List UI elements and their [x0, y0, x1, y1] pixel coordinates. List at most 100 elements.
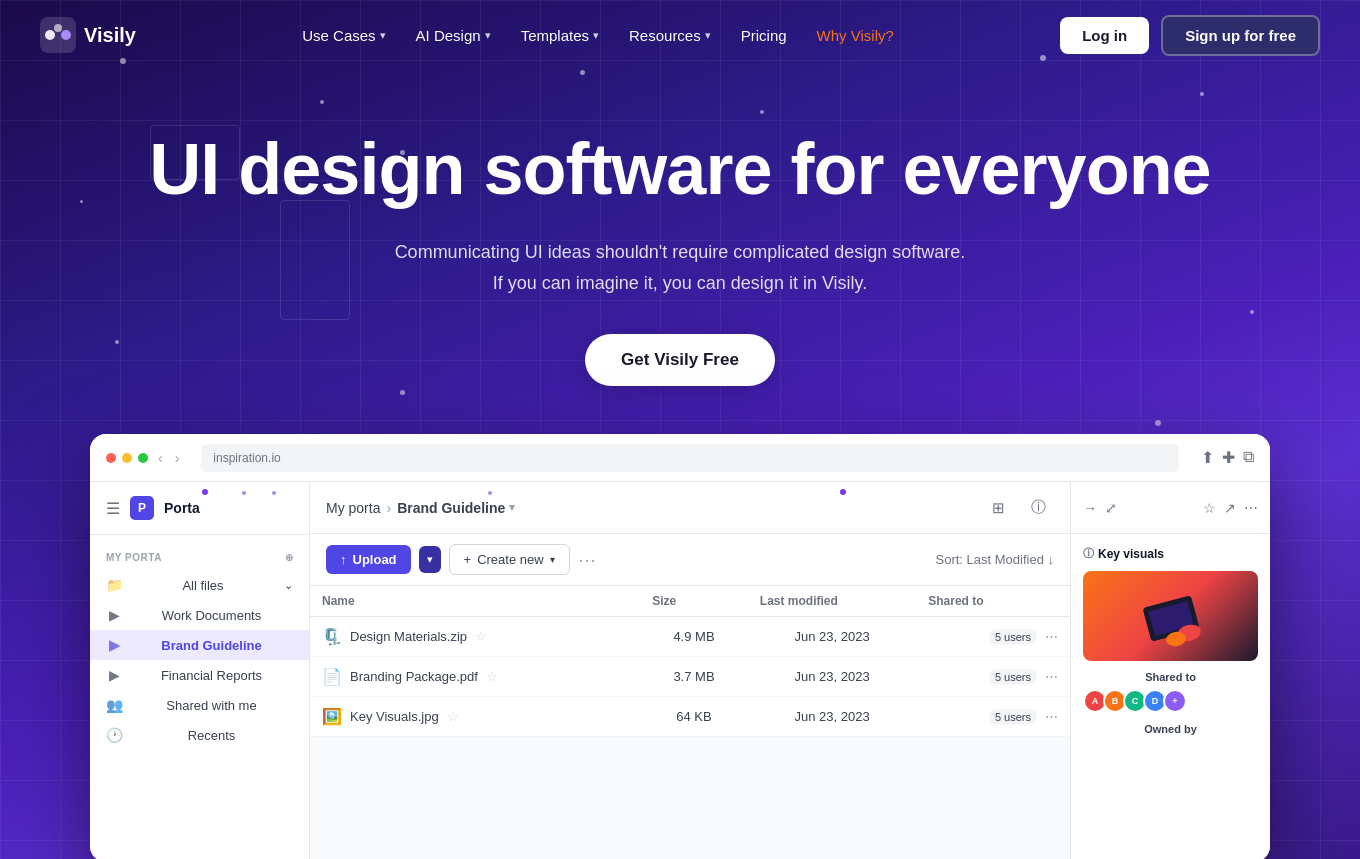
navigation: Visily Use Cases ▾ AI Design ▾ Templates…: [0, 0, 1360, 70]
create-new-button[interactable]: + Create new ▾: [449, 544, 570, 575]
sidebar-header: ☰ P Porta: [90, 482, 309, 535]
chevron-down-icon: ▾: [593, 29, 599, 42]
table-row: 📄 Branding Package.pdf ☆ 3.7 MB Jun 23, …: [310, 657, 1070, 697]
login-button[interactable]: Log in: [1060, 17, 1149, 54]
file-modified-cell: Jun 23, 2023: [748, 697, 916, 737]
chevron-down-icon: ▾: [705, 29, 711, 42]
nav-item-ai-design[interactable]: AI Design ▾: [404, 21, 503, 50]
sidebar-brand: Porta: [164, 500, 200, 516]
avatar-row: A B C D +: [1083, 689, 1258, 713]
share-icon: ⬆: [1201, 448, 1214, 467]
grid-view-icon[interactable]: ⊞: [982, 492, 1014, 524]
nav-item-why-visily[interactable]: Why Visily?: [805, 21, 906, 50]
chrome-close-dot: [106, 453, 116, 463]
sidebar-item-recents[interactable]: 🕐 Recents: [90, 720, 309, 750]
star-icon[interactable]: ☆: [486, 669, 498, 684]
chrome-dots: [106, 453, 148, 463]
nav-item-use-cases[interactable]: Use Cases ▾: [290, 21, 397, 50]
nav-item-resources[interactable]: Resources ▾: [617, 21, 723, 50]
file-size-cell: 4.9 MB: [640, 617, 748, 657]
sort-label[interactable]: Sort: Last Modified ↓: [936, 552, 1055, 567]
share-panel-icon[interactable]: ↗: [1224, 500, 1236, 516]
file-shared-cell: 5 users ⋯: [928, 629, 1058, 645]
file-size-cell: 64 KB: [640, 697, 748, 737]
svg-point-1: [45, 30, 55, 40]
chrome-minimize-dot: [122, 453, 132, 463]
col-shared: Shared to: [916, 586, 1070, 617]
folder-icon: 📁: [106, 577, 122, 593]
chevron-down-icon: ▾: [380, 29, 386, 42]
table-row: 🗜️ Design Materials.zip ☆ 4.9 MB Jun 23,…: [310, 617, 1070, 657]
sidebar-item-financial-reports[interactable]: ▶ Financial Reports: [90, 660, 309, 690]
file-table: Name Size Last modified Shared to: [310, 586, 1070, 737]
arrow-right-icon: →: [1083, 500, 1097, 516]
more-panel-icon[interactable]: ⋯: [1244, 500, 1258, 516]
hero-title: UI design software for everyone: [149, 130, 1210, 209]
upload-dropdown-button[interactable]: ▾: [419, 546, 441, 573]
signup-button[interactable]: Sign up for free: [1161, 15, 1320, 56]
col-modified: Last modified: [748, 586, 916, 617]
app-chrome-bar: ‹› inspiration.io ⬆ ✚ ⧉: [90, 434, 1270, 482]
address-bar: inspiration.io: [201, 444, 1179, 472]
info-small-icon: ⓘ: [1083, 546, 1094, 561]
users-count: 5 users: [989, 669, 1037, 685]
row-more-icon[interactable]: ⋯: [1045, 669, 1058, 684]
breadcrumb-arrow: ›: [386, 500, 391, 516]
star-panel-icon[interactable]: ☆: [1203, 500, 1216, 516]
chevron-down-icon: ▾: [485, 29, 491, 42]
nav-actions: Log in Sign up for free: [1060, 15, 1320, 56]
logo[interactable]: Visily: [40, 17, 136, 53]
doc-icon: ▶: [106, 607, 122, 623]
file-img-icon: 🖼️: [322, 707, 342, 726]
panel-section-title: ⓘ Key visuals: [1083, 546, 1258, 561]
hamburger-icon: ☰: [106, 499, 120, 518]
row-more-icon[interactable]: ⋯: [1045, 709, 1058, 724]
sidebar-item-shared[interactable]: 👥 Shared with me: [90, 690, 309, 720]
sidebar-section-my-porta: MY PORTA ⊕: [90, 545, 309, 570]
sidebar-menu: MY PORTA ⊕ 📁 All files ⌄ ▶ Work Document…: [90, 535, 309, 859]
upload-button[interactable]: ↑ Upload: [326, 545, 411, 574]
panel-content: ⓘ Key visuals: [1071, 534, 1270, 753]
file-modified-cell: Jun 23, 2023: [748, 657, 916, 697]
chevron-down-icon: ▾: [509, 501, 515, 514]
star-icon[interactable]: ☆: [475, 629, 487, 644]
row-more-icon[interactable]: ⋯: [1045, 629, 1058, 644]
cta-button[interactable]: Get Visily Free: [585, 334, 775, 386]
nav-item-pricing[interactable]: Pricing: [729, 21, 799, 50]
star-icon[interactable]: ☆: [447, 709, 459, 724]
more-icon[interactable]: ⋯: [578, 549, 596, 571]
add-tab-icon: ✚: [1222, 448, 1235, 467]
file-pdf-icon: 📄: [322, 667, 342, 686]
upload-icon: ↑: [340, 552, 347, 567]
panel-toolbar: → ⤢ ☆ ↗ ⋯: [1071, 482, 1270, 534]
chrome-maximize-dot: [138, 453, 148, 463]
nav-item-templates[interactable]: Templates ▾: [509, 21, 611, 50]
info-icon[interactable]: ⓘ: [1022, 492, 1054, 524]
chrome-action-icons: ⬆ ✚ ⧉: [1201, 448, 1254, 467]
hero-content: UI design software for everyone Communic…: [0, 0, 1360, 859]
file-shared-cell: 5 users ⋯: [928, 669, 1058, 685]
expand-icon: ⤢: [1105, 500, 1117, 516]
file-name-cell: 🖼️ Key Visuals.jpg ☆: [322, 707, 628, 726]
sidebar-logo-icon: P: [130, 496, 154, 520]
doc-icon: ▶: [106, 667, 122, 683]
sidebar-item-all-files[interactable]: 📁 All files ⌄: [90, 570, 309, 600]
expand-icon: ⊕: [285, 552, 294, 563]
main-toolbar: My porta › Brand Guideline ▾ ⊞ ⓘ: [310, 482, 1070, 534]
doc-active-icon: ▶: [106, 637, 122, 653]
avatar-plus[interactable]: +: [1163, 689, 1187, 713]
users-count: 5 users: [989, 629, 1037, 645]
file-modified-cell: Jun 23, 2023: [748, 617, 916, 657]
app-inner: ☰ P Porta MY PORTA ⊕ 📁 All files ⌄: [90, 482, 1270, 859]
breadcrumb: My porta › Brand Guideline ▾: [326, 500, 515, 516]
chevron-down-icon: ▾: [550, 554, 555, 565]
owned-by-label: Owned by: [1083, 723, 1258, 735]
svg-point-3: [54, 24, 62, 32]
chevron-icon: ⌄: [284, 579, 293, 592]
sidebar-item-brand-guideline[interactable]: ▶ Brand Guideline: [90, 630, 309, 660]
file-list: Name Size Last modified Shared to: [310, 586, 1070, 859]
action-bar: ↑ Upload ▾ + Create new ▾ ⋯ Sort: Last M…: [310, 534, 1070, 586]
app-screenshot: ‹› inspiration.io ⬆ ✚ ⧉ ☰ P: [90, 434, 1270, 859]
sidebar-item-work-docs[interactable]: ▶ Work Documents: [90, 600, 309, 630]
col-name: Name: [310, 586, 640, 617]
